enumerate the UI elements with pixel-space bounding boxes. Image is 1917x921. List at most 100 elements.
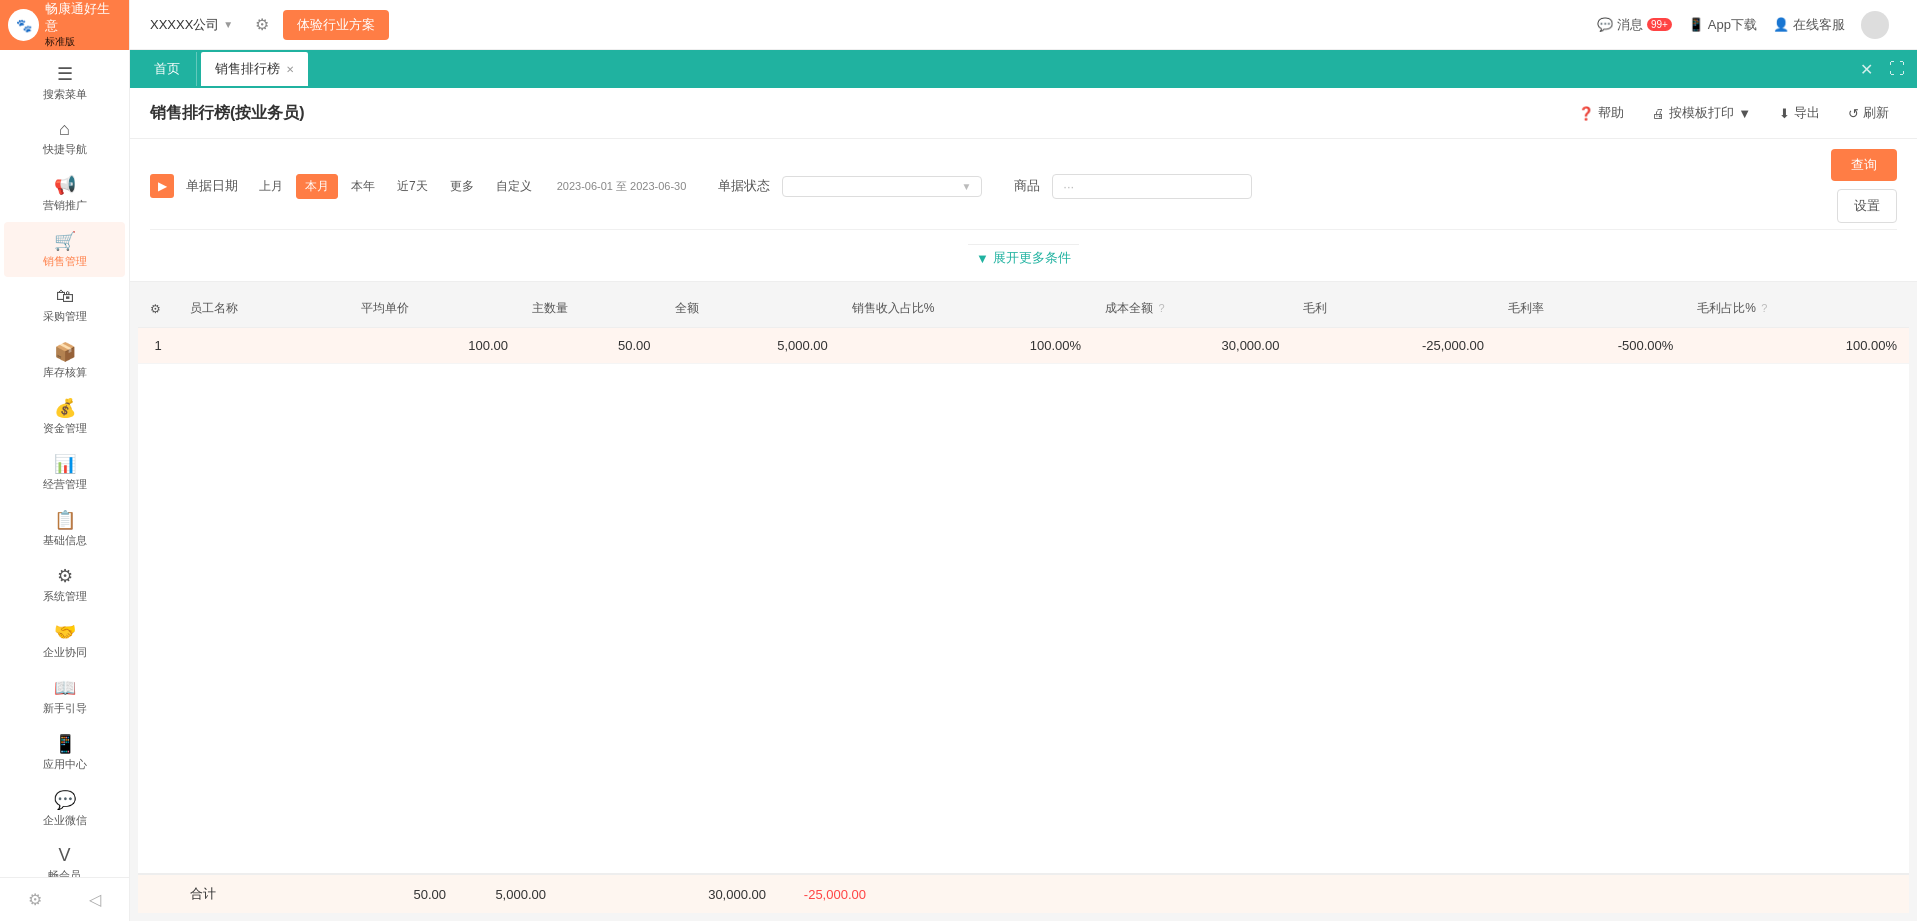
table-footer: 合计 50.00 5,000.00 30,000.00 -25,000.00 bbox=[138, 873, 1909, 913]
sidebar-label-basic: 基础信息 bbox=[43, 533, 87, 548]
maximize-icon[interactable]: ⛶ bbox=[1885, 56, 1909, 83]
goods-input[interactable]: ··· bbox=[1052, 174, 1252, 199]
filter-toggle-btn[interactable]: ▶ bbox=[150, 174, 174, 198]
date-filter-label: 单据日期 bbox=[186, 177, 238, 195]
sidebar-item-quick[interactable]: ⌂快捷导航 bbox=[4, 111, 125, 165]
sidebar-item-inventory[interactable]: 📦库存核算 bbox=[4, 333, 125, 388]
sidebar-label-search: 搜索菜单 bbox=[43, 87, 87, 102]
gross-pct-help-icon[interactable]: ? bbox=[1761, 302, 1767, 314]
tab-sales-ranking[interactable]: 销售排行榜 ✕ bbox=[201, 52, 308, 86]
app-version: 标准版 bbox=[45, 35, 121, 49]
company-selector[interactable]: XXXXX公司 ▼ bbox=[142, 12, 241, 38]
search-icon: ☰ bbox=[57, 63, 73, 85]
sales-icon: 🛒 bbox=[54, 230, 76, 252]
sidebar-item-purchase[interactable]: 🛍采购管理 bbox=[4, 278, 125, 332]
cell-name bbox=[178, 328, 349, 364]
sidebar-item-apps[interactable]: 📱应用中心 bbox=[4, 725, 125, 780]
col-header-gross-pct: 毛利占比% ? bbox=[1685, 290, 1909, 328]
sidebar-item-basic[interactable]: 📋基础信息 bbox=[4, 501, 125, 556]
tab-close-icon[interactable]: ✕ bbox=[286, 64, 294, 75]
date-btn-custom[interactable]: 自定义 bbox=[487, 174, 541, 199]
online-service-btn[interactable]: 👤 在线客服 bbox=[1773, 16, 1845, 34]
sidebar-label-finance: 资金管理 bbox=[43, 421, 87, 436]
print-icon: 🖨 bbox=[1652, 106, 1665, 121]
col-header-gross-rate: 毛利率 bbox=[1496, 290, 1685, 328]
sidebar-item-sales[interactable]: 🛒销售管理 bbox=[4, 222, 125, 277]
cost-help-icon[interactable]: ? bbox=[1158, 302, 1164, 314]
tab-home[interactable]: 首页 bbox=[138, 52, 197, 86]
export-button[interactable]: ⬇ 导出 bbox=[1771, 100, 1828, 126]
wechat-icon: 💬 bbox=[54, 789, 76, 811]
content: 销售排行榜(按业务员) ❓ 帮助 🖨 按模板打印 ▼ ⬇ 导出 ↺ 刷新 bbox=[130, 88, 1917, 921]
service-icon: 👤 bbox=[1773, 17, 1789, 32]
date-btn-this-month[interactable]: 本月 bbox=[296, 174, 338, 199]
date-btn-more[interactable]: 更多 bbox=[441, 174, 483, 199]
sidebar-bottom: ⚙ ◁ bbox=[0, 877, 129, 921]
sidebar-item-finance[interactable]: 💰资金管理 bbox=[4, 389, 125, 444]
expand-icon: ▼ bbox=[976, 251, 989, 266]
service-label: 在线客服 bbox=[1793, 16, 1845, 34]
sidebar-item-system[interactable]: ⚙系统管理 bbox=[4, 557, 125, 612]
close-window-icon[interactable]: ✕ bbox=[1856, 56, 1877, 83]
sidebar-nav: ☰ 搜索菜单 ⌂快捷导航📢营销推广🛒销售管理🛍采购管理📦库存核算💰资金管理📊经营管理… bbox=[0, 50, 129, 877]
table-row: 1 100.00 50.00 5,000.00 100.00% 30,000.0… bbox=[138, 328, 1909, 364]
table-body: 1 100.00 50.00 5,000.00 100.00% 30,000.0… bbox=[138, 328, 1909, 364]
avatar[interactable] bbox=[1861, 11, 1889, 39]
purchase-icon: 🛍 bbox=[56, 286, 74, 307]
data-table: ⚙ 员工名称 平均单价 主数量 全额 销售收入占比% 成本全额 ? 毛利 毛利率… bbox=[138, 290, 1909, 364]
settings-icon[interactable]: ⚙ bbox=[24, 886, 46, 913]
topbar-settings-icon[interactable]: ⚙ bbox=[251, 11, 273, 38]
main-area: XXXXX公司 ▼ ⚙ 体验行业方案 💬 消息 99+ 📱 App下载 👤 在线… bbox=[130, 0, 1917, 921]
col-header-amount: 全额 bbox=[663, 290, 840, 328]
filter-row-1: ▶ 单据日期 上月 本月 本年 近7天 更多 自定义 2023-06-01 至 … bbox=[150, 149, 1897, 223]
col-header-settings[interactable]: ⚙ bbox=[138, 290, 178, 328]
sidebar: 🐾 畅康通好生意 标准版 ☰搜索菜单⌂快捷导航📢营销推广🛒销售管理🛍采购管理📦库… bbox=[0, 0, 130, 921]
sidebar-label-guide: 新手引导 bbox=[43, 701, 87, 716]
app-download-icon: 📱 bbox=[1688, 17, 1704, 32]
refresh-button[interactable]: ↺ 刷新 bbox=[1840, 100, 1897, 126]
sidebar-item-coop[interactable]: 🤝企业协同 bbox=[4, 613, 125, 668]
topbar-right: 💬 消息 99+ 📱 App下载 👤 在线客服 bbox=[1597, 11, 1905, 39]
col-header-avg-price: 平均单价 bbox=[349, 290, 520, 328]
app-download-btn[interactable]: 📱 App下载 bbox=[1688, 16, 1757, 34]
company-name: XXXXX公司 bbox=[150, 16, 219, 34]
cell-rank: 1 bbox=[138, 328, 178, 364]
sidebar-item-wechat[interactable]: 💬 企业微信 bbox=[4, 781, 125, 836]
sidebar-item-member[interactable]: V畅会员 bbox=[4, 837, 125, 877]
footer-gross: -25,000.00 bbox=[778, 887, 878, 902]
settings-button[interactable]: 设置 bbox=[1837, 189, 1897, 223]
print-chevron-icon: ▼ bbox=[1738, 106, 1751, 121]
date-btn-this-year[interactable]: 本年 bbox=[342, 174, 384, 199]
message-label: 消息 bbox=[1617, 16, 1643, 34]
sidebar-item-marketing[interactable]: 📢营销推广 bbox=[4, 166, 125, 221]
footer-cost: 30,000.00 bbox=[678, 887, 778, 902]
sidebar-label-wechat: 企业微信 bbox=[43, 813, 87, 828]
page-actions: ❓ 帮助 🖨 按模板打印 ▼ ⬇ 导出 ↺ 刷新 bbox=[1570, 100, 1897, 126]
col-header-sales-pct: 销售收入占比% bbox=[840, 290, 1093, 328]
cell-qty: 50.00 bbox=[520, 328, 663, 364]
trial-button[interactable]: 体验行业方案 bbox=[283, 10, 389, 40]
sidebar-item-guide[interactable]: 📖 新手引导 bbox=[4, 669, 125, 724]
footer-amount: 5,000.00 bbox=[458, 887, 558, 902]
cell-gross-pct: 100.00% bbox=[1685, 328, 1909, 364]
message-icon: 💬 bbox=[1597, 17, 1613, 32]
col-header-gross: 毛利 bbox=[1291, 290, 1496, 328]
sidebar-label-inventory: 库存核算 bbox=[43, 365, 87, 380]
print-button[interactable]: 🖨 按模板打印 ▼ bbox=[1644, 100, 1759, 126]
expand-conditions-btn[interactable]: ▼ 展开更多条件 bbox=[968, 244, 1079, 271]
page-title: 销售排行榜(按业务员) bbox=[150, 103, 305, 124]
coop-icon: 🤝 bbox=[54, 621, 76, 643]
system-icon: ⚙ bbox=[57, 565, 73, 587]
sidebar-item-operations[interactable]: 📊经营管理 bbox=[4, 445, 125, 500]
help-button[interactable]: ❓ 帮助 bbox=[1570, 100, 1632, 126]
sidebar-item-search[interactable]: ☰ 搜索菜单 bbox=[4, 55, 125, 110]
message-btn[interactable]: 💬 消息 99+ bbox=[1597, 16, 1672, 34]
filter-bar: ▶ 单据日期 上月 本月 本年 近7天 更多 自定义 2023-06-01 至 … bbox=[130, 139, 1917, 282]
date-btn-7days[interactable]: 近7天 bbox=[388, 174, 437, 199]
collapse-icon[interactable]: ◁ bbox=[85, 886, 105, 913]
query-button[interactable]: 查询 bbox=[1831, 149, 1897, 181]
status-select[interactable]: ▼ bbox=[782, 176, 982, 197]
operations-icon: 📊 bbox=[54, 453, 76, 475]
date-btn-last-month[interactable]: 上月 bbox=[250, 174, 292, 199]
guide-icon: 📖 bbox=[54, 677, 76, 699]
